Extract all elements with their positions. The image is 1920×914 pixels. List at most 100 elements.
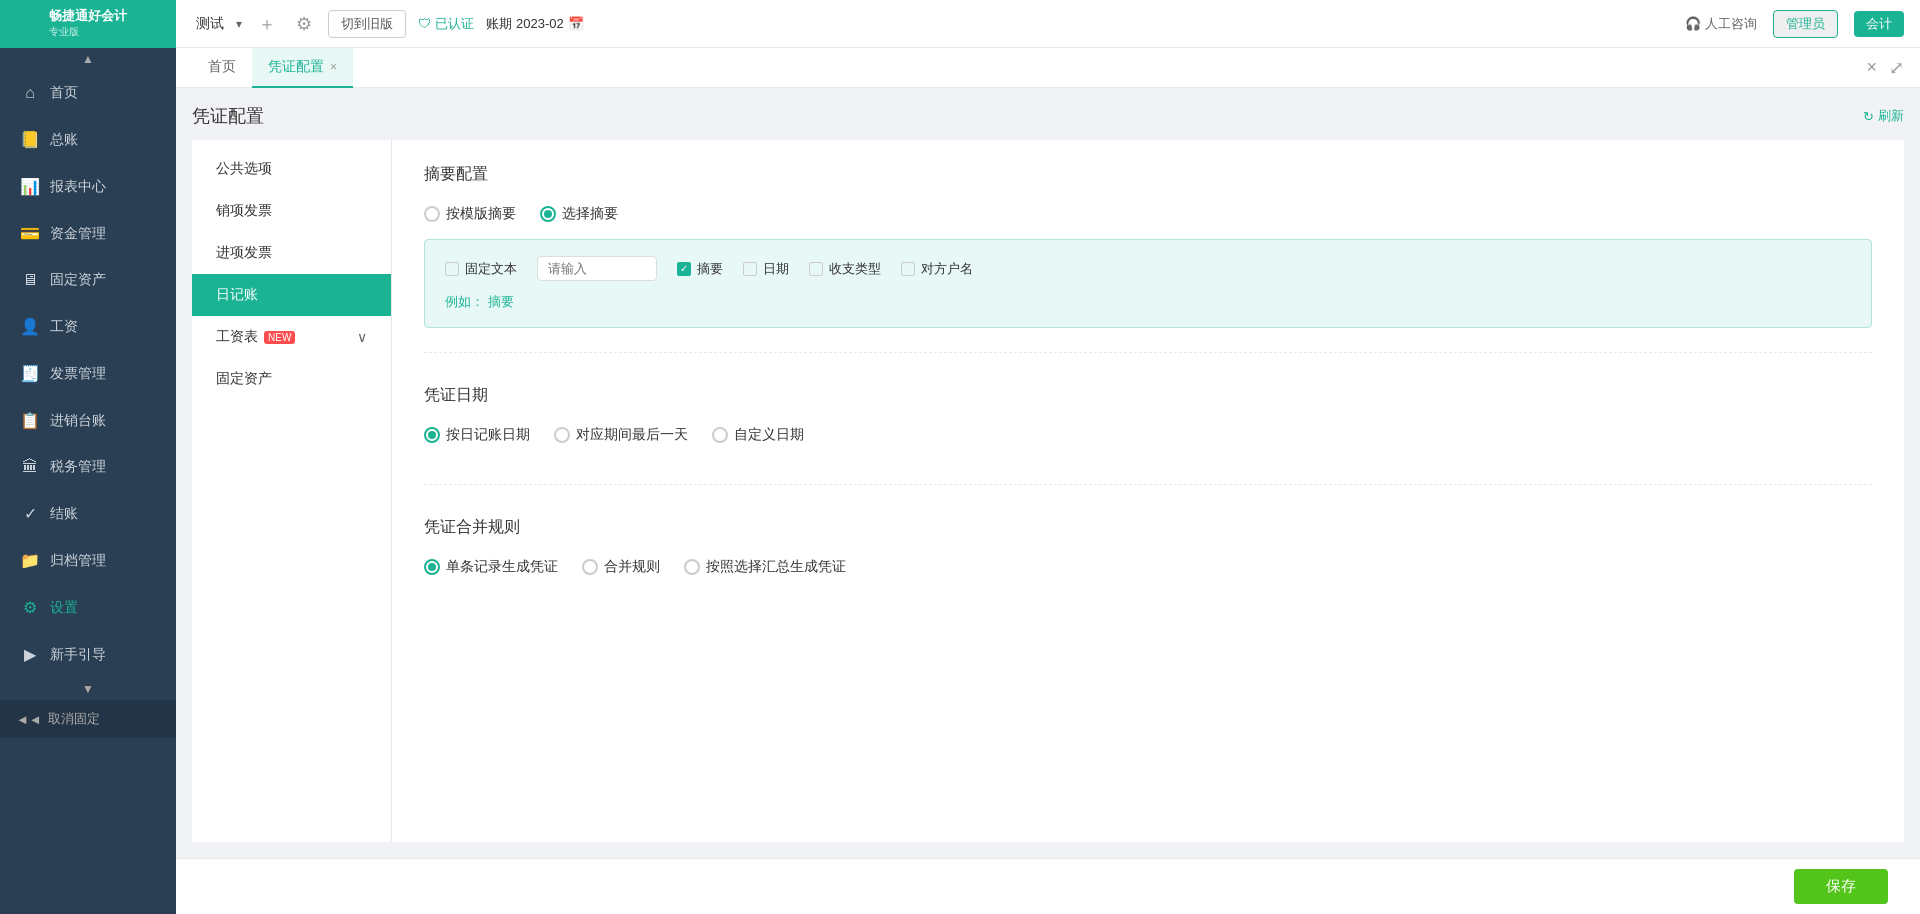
- section-merge: 凭证合并规则 单条记录生成凭证 合并规则: [424, 517, 1872, 616]
- radio-period-last-circle: [554, 427, 570, 443]
- checkbox-fixed-text[interactable]: 固定文本: [445, 260, 517, 278]
- sidebar-label-trade: 进销台账: [50, 412, 106, 430]
- radio-template-summary[interactable]: 按模版摘要: [424, 205, 516, 223]
- checkbox-counterpart[interactable]: 对方户名: [901, 260, 973, 278]
- home-icon: ⌂: [20, 84, 40, 102]
- radio-merge-rule-circle: [582, 559, 598, 575]
- radio-by-selection[interactable]: 按照选择汇总生成凭证: [684, 558, 846, 576]
- archive-icon: 📁: [20, 551, 40, 570]
- radio-journal-date[interactable]: 按日记账日期: [424, 426, 530, 444]
- left-nav-sales-invoice[interactable]: 销项发票: [192, 190, 391, 232]
- tab-voucher-config-label: 凭证配置: [268, 58, 324, 76]
- scroll-up-indicator[interactable]: ▲: [0, 48, 176, 70]
- certified-label: 已认证: [435, 15, 474, 33]
- certified-badge: 🛡 已认证: [418, 15, 474, 33]
- admin-button[interactable]: 管理员: [1773, 10, 1838, 38]
- left-nav: 公共选项 销项发票 进项发票 日记账 工资表: [192, 140, 392, 842]
- sidebar-item-home[interactable]: ⌂ 首页: [0, 70, 176, 116]
- sidebar-label-settings: 设置: [50, 599, 78, 617]
- headset-icon: 🎧: [1685, 16, 1701, 31]
- sidebar-item-close[interactable]: ✓ 结账: [0, 490, 176, 537]
- tab-home[interactable]: 首页: [192, 48, 252, 88]
- trade-icon: 📋: [20, 411, 40, 430]
- sidebar-item-capital[interactable]: 💳 资金管理: [0, 210, 176, 257]
- radio-merge-rule-label: 合并规则: [604, 558, 660, 576]
- left-nav-purchase-invoice[interactable]: 进项发票: [192, 232, 391, 274]
- fixed-text-input[interactable]: [537, 256, 657, 281]
- left-nav-journal[interactable]: 日记账: [192, 274, 391, 316]
- cancel-fixed-button[interactable]: ◄◄ 取消固定: [0, 700, 176, 738]
- radio-select-summary[interactable]: 选择摘要: [540, 205, 618, 223]
- accountant-button[interactable]: 会计: [1854, 11, 1904, 37]
- sidebar: ▲ ⌂ 首页 📒 总账 📊 报表中心 💳 资金管理 🖥 固定资产 👤 工资 🧾 …: [0, 48, 176, 914]
- example-prefix: 例如：: [445, 294, 484, 309]
- sidebar-item-tax[interactable]: 🏛 税务管理: [0, 444, 176, 490]
- sidebar-item-salary[interactable]: 👤 工资: [0, 303, 176, 350]
- sidebar-label-invoice: 发票管理: [50, 365, 106, 383]
- sidebar-item-asset[interactable]: 🖥 固定资产: [0, 257, 176, 303]
- radio-journal-date-label: 按日记账日期: [446, 426, 530, 444]
- top-header: 畅捷通好会计 专业版 测试 ▾ ＋ ⚙ 切到旧版 🛡 已认证 账期 2023-0…: [0, 0, 1920, 48]
- sidebar-label-archive: 归档管理: [50, 552, 106, 570]
- sidebar-item-settings[interactable]: ⚙ 设置: [0, 584, 176, 631]
- close-tab-icon[interactable]: ×: [1866, 57, 1877, 78]
- scroll-down-indicator[interactable]: ▼: [0, 678, 176, 700]
- sidebar-item-ledger[interactable]: 📒 总账: [0, 116, 176, 163]
- checkbox-fixed-text-label: 固定文本: [465, 260, 517, 278]
- left-nav-payroll[interactable]: 工资表 NEW ∨: [192, 316, 391, 358]
- main-layout: ▲ ⌂ 首页 📒 总账 📊 报表中心 💳 资金管理 🖥 固定资产 👤 工资 🧾 …: [0, 48, 1920, 914]
- page-title-bar: 凭证配置 ↻ 刷新: [192, 104, 1904, 128]
- example-value: 摘要: [488, 294, 514, 309]
- radio-period-last[interactable]: 对应期间最后一天: [554, 426, 688, 444]
- tax-icon: 🏛: [20, 458, 40, 476]
- left-nav-public[interactable]: 公共选项: [192, 148, 391, 190]
- consult-button[interactable]: 🎧 人工咨询: [1685, 15, 1757, 33]
- sidebar-item-trade[interactable]: 📋 进销台账: [0, 397, 176, 444]
- refresh-button[interactable]: ↻ 刷新: [1863, 107, 1904, 125]
- logo-text: 畅捷通好会计: [49, 8, 127, 25]
- checkbox-row: 固定文本 ✓ 摘要 日期: [445, 256, 1851, 281]
- checkbox-date[interactable]: 日期: [743, 260, 789, 278]
- salary-icon: 👤: [20, 317, 40, 336]
- checkbox-payment-type[interactable]: 收支类型: [809, 260, 881, 278]
- add-icon[interactable]: ＋: [258, 12, 276, 36]
- sidebar-item-invoice[interactable]: 🧾 发票管理: [0, 350, 176, 397]
- tab-voucher-close-icon[interactable]: ×: [330, 60, 337, 74]
- save-button[interactable]: 保存: [1794, 869, 1888, 904]
- two-panel: 公共选项 销项发票 进项发票 日记账 工资表: [192, 140, 1904, 842]
- sidebar-item-archive[interactable]: 📁 归档管理: [0, 537, 176, 584]
- sidebar-item-report[interactable]: 📊 报表中心: [0, 163, 176, 210]
- sidebar-item-guide[interactable]: ▶ 新手引导: [0, 631, 176, 678]
- sidebar-label-asset: 固定资产: [50, 271, 106, 289]
- sidebar-label-report: 报表中心: [50, 178, 106, 196]
- period-info: 账期 2023-02 📅: [486, 15, 584, 33]
- content-area: 首页 凭证配置 × × ⤢ 凭证配置 ↻ 刷新: [176, 48, 1920, 914]
- section-summary: 摘要配置 按模版摘要 选择摘要: [424, 164, 1872, 353]
- checkbox-summary[interactable]: ✓ 摘要: [677, 260, 723, 278]
- radio-single-label: 单条记录生成凭证: [446, 558, 558, 576]
- company-dropdown-icon[interactable]: ▾: [236, 17, 242, 31]
- invoice-icon: 🧾: [20, 364, 40, 383]
- left-nav-fixed-asset[interactable]: 固定资产: [192, 358, 391, 400]
- calendar-icon[interactable]: 📅: [568, 16, 584, 31]
- radio-by-selection-circle: [684, 559, 700, 575]
- settings-icon[interactable]: ⚙: [296, 13, 312, 35]
- new-badge: NEW: [264, 331, 295, 344]
- radio-merge-rule[interactable]: 合并规则: [582, 558, 660, 576]
- switch-old-button[interactable]: 切到旧版: [328, 10, 406, 38]
- radio-single[interactable]: 单条记录生成凭证: [424, 558, 558, 576]
- radio-custom-date[interactable]: 自定义日期: [712, 426, 804, 444]
- header-right: 🎧 人工咨询 管理员 会计: [1685, 10, 1904, 38]
- radio-custom-date-label: 自定义日期: [734, 426, 804, 444]
- merge-radio-group: 单条记录生成凭证 合并规则 按照选择汇总生成凭证: [424, 558, 1872, 576]
- sidebar-label-guide: 新手引导: [50, 646, 106, 664]
- tab-bar: 首页 凭证配置 × × ⤢: [176, 48, 1920, 88]
- fullscreen-icon[interactable]: ⤢: [1889, 57, 1904, 79]
- page-title: 凭证配置: [192, 104, 264, 128]
- radio-single-circle: [424, 559, 440, 575]
- report-icon: 📊: [20, 177, 40, 196]
- inner-page: 凭证配置 ↻ 刷新 公共选项 销项发票: [176, 88, 1920, 858]
- checkbox-payment-type-label: 收支类型: [829, 260, 881, 278]
- radio-template-label: 按模版摘要: [446, 205, 516, 223]
- tab-voucher-config[interactable]: 凭证配置 ×: [252, 48, 353, 88]
